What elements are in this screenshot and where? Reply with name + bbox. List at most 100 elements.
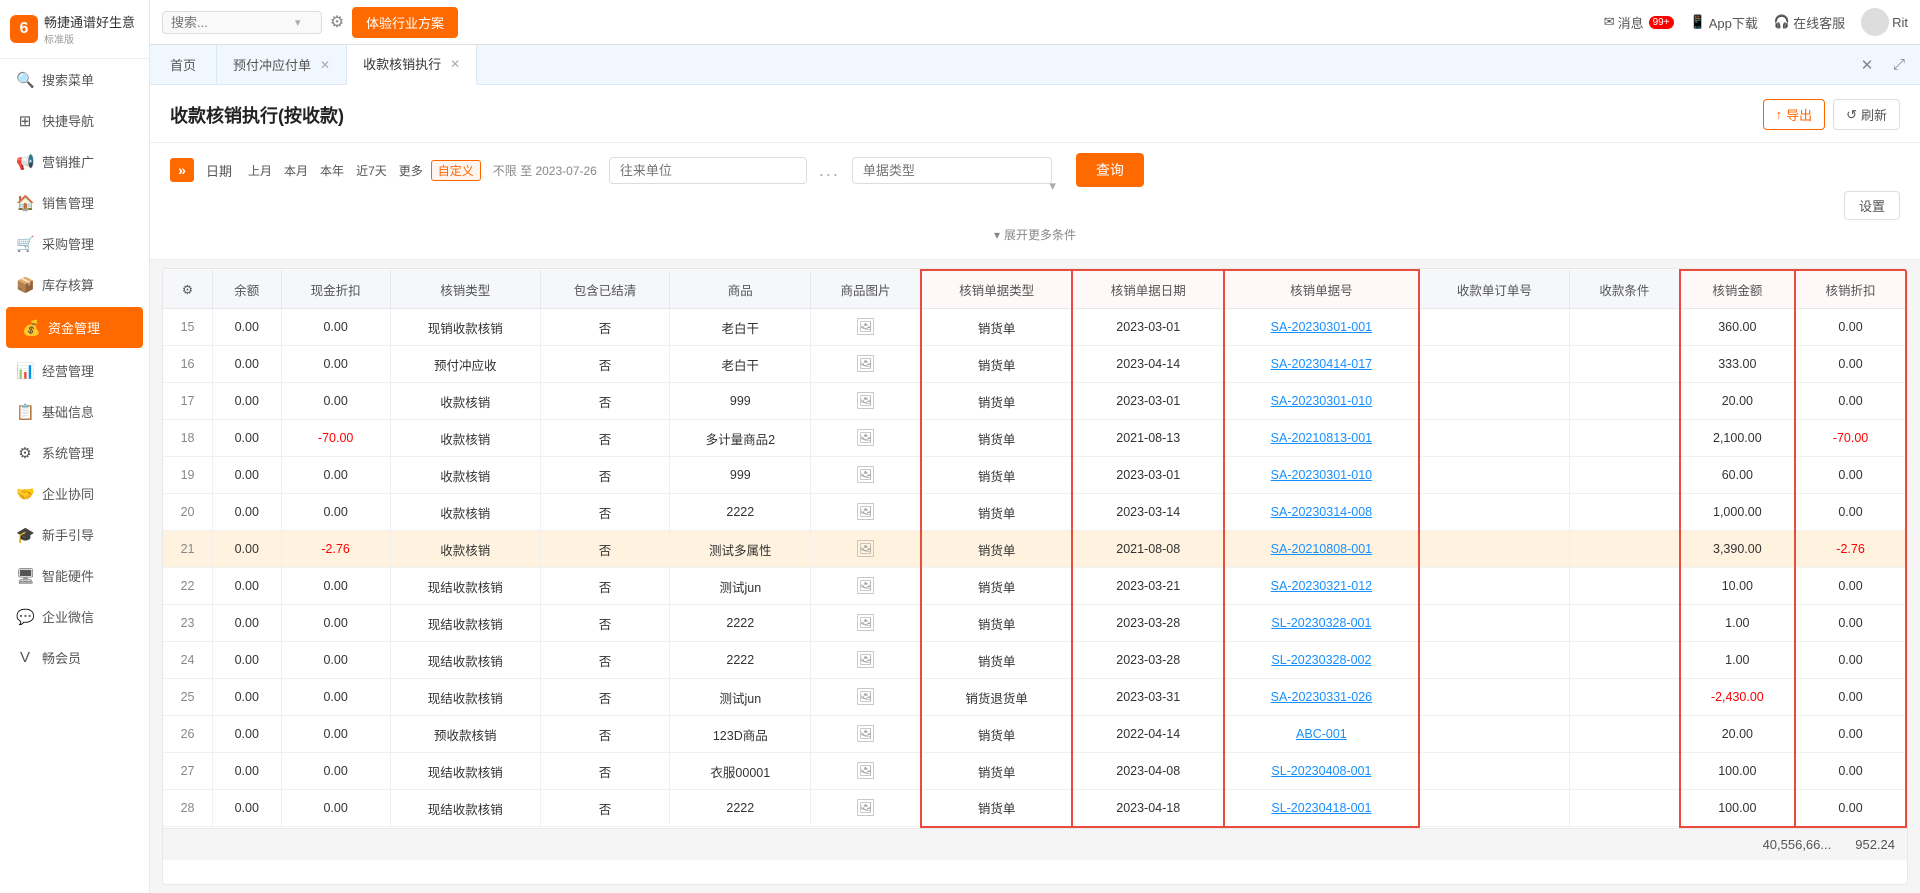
cell-verify_bill_date: 2023-03-31 <box>1072 679 1224 716</box>
refresh-button[interactable]: ↺ 刷新 <box>1833 99 1900 130</box>
sidebar-item-vip[interactable]: V畅会员 <box>0 637 149 678</box>
verify-bill-no-link[interactable]: SA-20230301-001 <box>1271 320 1372 334</box>
cell-included_settled: 否 <box>540 531 670 568</box>
sidebar-label-purchase: 采购管理 <box>42 234 94 253</box>
tab-close-prepay[interactable]: ✕ <box>320 58 330 72</box>
settings-icon[interactable]: ⚙ <box>322 7 352 37</box>
online-service-item[interactable]: 🎧 在线客服 <box>1774 13 1845 32</box>
sidebar-item-marketing[interactable]: 📢营销推广 <box>0 141 149 182</box>
date-custom-btn[interactable]: 自定义 <box>431 160 481 181</box>
bill-type-input[interactable] <box>852 157 1052 184</box>
verify-bill-no-link[interactable]: ABC-001 <box>1296 727 1347 741</box>
tab-collection[interactable]: 收款核销执行 ✕ <box>347 45 477 85</box>
logo-icon: 6 <box>10 15 38 43</box>
settings-row: 设置 <box>170 191 1900 220</box>
tab-label-collection: 收款核销执行 <box>363 54 441 73</box>
verify-bill-no-link[interactable]: SL-20230328-001 <box>1271 616 1371 630</box>
cell-verify_bill_type: 销货退货单 <box>921 679 1073 716</box>
cell-included_settled: 否 <box>540 346 670 383</box>
cell-included_settled: 否 <box>540 457 670 494</box>
product-image-icon: 🖼 <box>855 615 875 632</box>
tab-prepay[interactable]: 预付冲应付单 ✕ <box>217 45 347 85</box>
sidebar-item-funds[interactable]: 💰资金管理 <box>6 307 143 348</box>
verify-bill-no-link[interactable]: SA-20230301-010 <box>1271 468 1372 482</box>
close-window-icon[interactable]: ✕ <box>1854 52 1880 78</box>
export-button[interactable]: ↑ 导出 <box>1763 99 1826 130</box>
sidebar-label-sales: 销售管理 <box>42 193 94 212</box>
app-download-item[interactable]: 📱 App下载 <box>1690 13 1758 32</box>
cell-verify_discount: 0.00 <box>1795 679 1906 716</box>
cell-product: 老白干 <box>670 309 811 346</box>
sidebar-item-search[interactable]: 🔍搜索菜单 <box>0 59 149 100</box>
row-number: 28 <box>163 790 213 827</box>
solution-button[interactable]: 体验行业方案 <box>352 7 458 38</box>
verify-bill-no-link[interactable]: SA-20210808-001 <box>1271 542 1372 556</box>
cell-cash_discount: 0.00 <box>281 568 390 605</box>
verify-bill-no-link[interactable]: SL-20230408-001 <box>1271 764 1371 778</box>
chevron-down-icon: ▾ <box>295 16 301 29</box>
purchase-icon: 🛒 <box>16 235 34 253</box>
row-number: 23 <box>163 605 213 642</box>
cell-verify_bill_date: 2023-04-18 <box>1072 790 1224 827</box>
row-number: 15 <box>163 309 213 346</box>
verify-bill-no-link[interactable]: SL-20230328-002 <box>1271 653 1371 667</box>
cell-verify_discount: -70.00 <box>1795 420 1906 457</box>
date-cur-month-btn[interactable]: 本月 <box>280 160 312 181</box>
table-body: 150.000.00现销收款核销否老白干🖼销货单2023-03-01SA-202… <box>163 309 1906 827</box>
date-prev-month-btn[interactable]: 上月 <box>244 160 276 181</box>
verify-bill-no-link[interactable]: SA-20230321-012 <box>1271 579 1372 593</box>
sidebar-label-shortcut: 快捷导航 <box>42 111 94 130</box>
sidebar-item-sales[interactable]: 🏠销售管理 <box>0 182 149 223</box>
sidebar-item-enterprise[interactable]: 🤝企业协同 <box>0 473 149 514</box>
cell-verify_type: 现结收款核销 <box>390 605 540 642</box>
sidebar-item-shortcut[interactable]: ⊞快捷导航 <box>0 100 149 141</box>
date-more-btn[interactable]: 更多 <box>395 160 427 181</box>
sidebar-item-newbie[interactable]: 🎓新手引导 <box>0 514 149 555</box>
cell-product: 123D商品 <box>670 716 811 753</box>
export-icon: ↑ <box>1776 107 1783 122</box>
total-amount: 40,556,66... <box>1763 837 1832 852</box>
cell-verify_discount: 0.00 <box>1795 753 1906 790</box>
verify-bill-no-link[interactable]: SA-20210813-001 <box>1271 431 1372 445</box>
verify-bill-no-link[interactable]: SL-20230418-001 <box>1271 801 1371 815</box>
notification-item[interactable]: ✉ 消息 99+ <box>1604 13 1674 32</box>
cell-balance: 0.00 <box>213 346 281 383</box>
sidebar-item-basic[interactable]: 📋基础信息 <box>0 391 149 432</box>
tab-home[interactable]: 首页 <box>150 45 217 85</box>
cell-product: 衣服00001 <box>670 753 811 790</box>
verify-bill-no-link[interactable]: SA-20230301-010 <box>1271 394 1372 408</box>
query-button[interactable]: 查询 <box>1076 153 1144 187</box>
cell-verify_type: 收款核销 <box>390 420 540 457</box>
verify-bill-no-link[interactable]: SA-20230414-017 <box>1271 357 1372 371</box>
date-cur-year-btn[interactable]: 本年 <box>316 160 348 181</box>
filter-toggle-button[interactable]: » <box>170 158 194 182</box>
cell-included_settled: 否 <box>540 716 670 753</box>
settings-button[interactable]: 设置 <box>1844 191 1900 220</box>
main-area: ▾ ⚙ 体验行业方案 ✉ 消息 99+ 📱 App下载 🎧 在线客服 Rit <box>150 0 1920 893</box>
table-row: 200.000.00收款核销否2222🖼销货单2023-03-14SA-2023… <box>163 494 1906 531</box>
sidebar-item-system[interactable]: ⚙系统管理 <box>0 432 149 473</box>
partner-input[interactable] <box>609 157 807 184</box>
cell-verify_type: 收款核销 <box>390 457 540 494</box>
maximize-icon[interactable]: ⤢ <box>1886 52 1912 78</box>
tab-label-prepay: 预付冲应付单 <box>233 55 311 74</box>
notif-label: 消息 <box>1618 13 1644 32</box>
sidebar-item-wechat[interactable]: 💬企业微信 <box>0 596 149 637</box>
cell-verify_bill_date: 2021-08-13 <box>1072 420 1224 457</box>
sidebar-item-hardware[interactable]: 🖥智能硬件 <box>0 555 149 596</box>
topbar-search-input[interactable] <box>171 15 291 30</box>
page-title: 收款核销执行(按收款) <box>170 102 344 128</box>
total-discount: 952.24 <box>1855 837 1895 852</box>
sidebar-item-inventory[interactable]: 📦库存核算 <box>0 264 149 305</box>
cell-verify_bill_date: 2023-03-21 <box>1072 568 1224 605</box>
date-range-display: 不限 至 2023-07-26 <box>493 162 597 179</box>
expand-conditions-button[interactable]: ▾ 展开更多条件 <box>994 226 1076 243</box>
sidebar-item-operations[interactable]: 📊经营管理 <box>0 350 149 391</box>
sidebar-item-purchase[interactable]: 🛒 采购管理 <box>0 223 149 264</box>
tab-close-collection[interactable]: ✕ <box>450 57 460 71</box>
verify-bill-no-link[interactable]: SA-20230314-008 <box>1271 505 1372 519</box>
user-menu[interactable]: Rit <box>1861 8 1908 36</box>
cell-collection_order_no <box>1419 457 1570 494</box>
verify-bill-no-link[interactable]: SA-20230331-026 <box>1271 690 1372 704</box>
date-7days-btn[interactable]: 近7天 <box>352 160 391 181</box>
